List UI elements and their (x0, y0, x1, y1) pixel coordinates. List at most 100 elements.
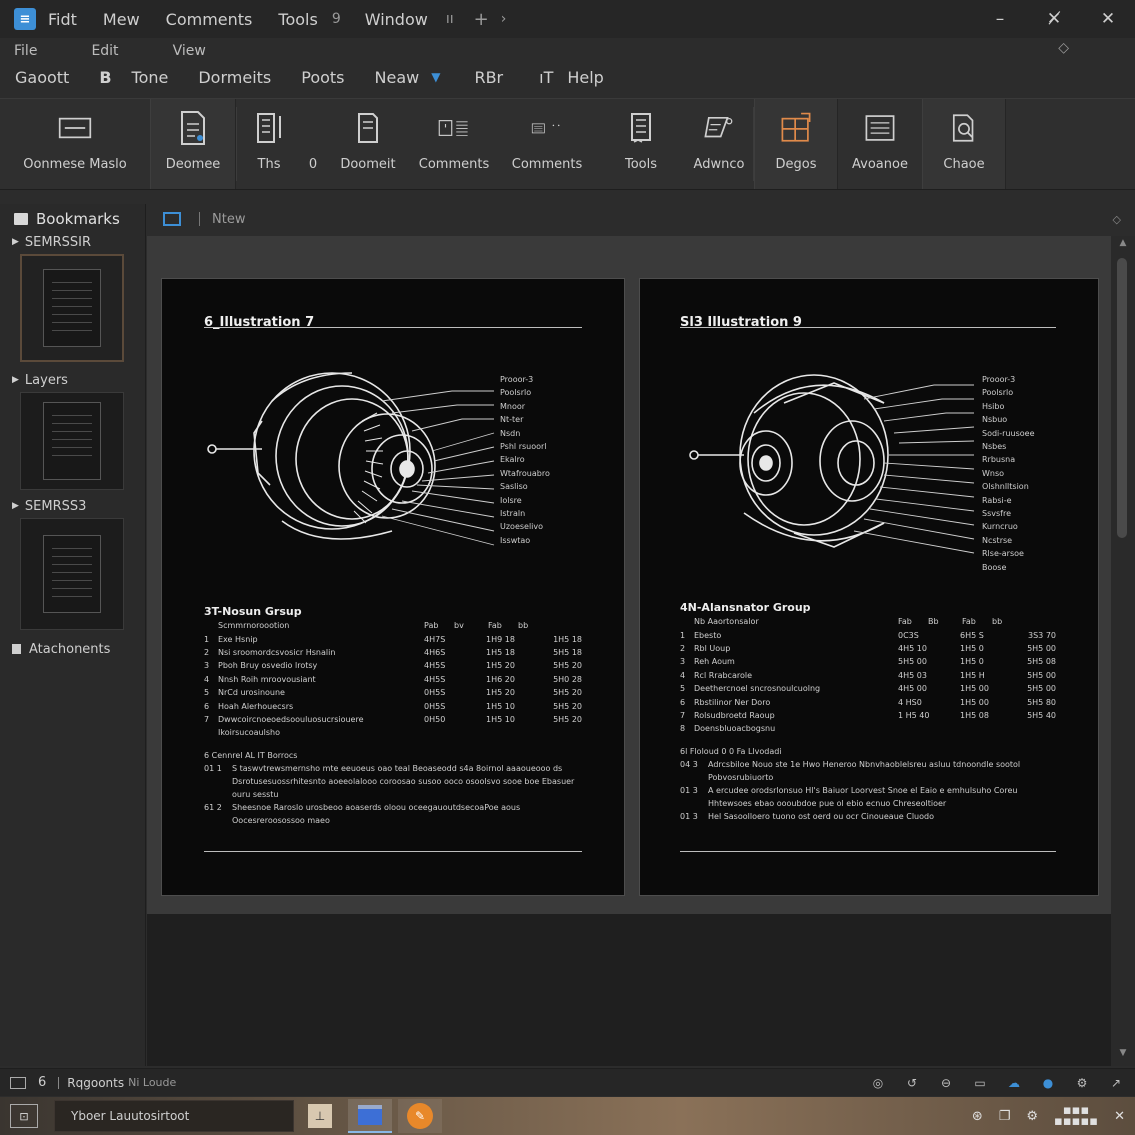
ut-glyph-icon[interactable]: ıT (539, 68, 553, 87)
tab-help[interactable]: Help (567, 68, 603, 87)
title-menu-fidt[interactable]: Fidt (48, 10, 77, 29)
share-icon[interactable]: ↗ (1105, 1073, 1127, 1093)
sidebar-group-layers[interactable]: ▶ Layers (0, 372, 145, 388)
menu-view[interactable]: View (173, 43, 206, 59)
title-menu-tools[interactable]: Tools (278, 10, 317, 29)
column-header: Bb (928, 617, 939, 627)
expand-icon: ▶ (12, 375, 19, 385)
taskbar-app-window-icon[interactable] (348, 1099, 392, 1133)
zoom-out-icon[interactable]: ⊖ (935, 1073, 957, 1093)
tab-tone[interactable]: Tone (132, 68, 169, 87)
tab-dormeits[interactable]: Dormeits (198, 68, 271, 87)
ribbon-button-oonmese-maslo[interactable]: Oonmese Maslo (0, 99, 150, 189)
ribbon-button-zero[interactable]: 0 (301, 99, 325, 189)
callout: Sodi-ruusoee (982, 428, 1035, 438)
close-button[interactable]: ✕ (1081, 0, 1135, 38)
ribbon-button-comments-a[interactable]: Comments (411, 99, 497, 189)
bookmarks-header[interactable]: Bookmarks (0, 204, 145, 234)
title-menu-mew[interactable]: Mew (103, 10, 140, 29)
b-glyph-icon[interactable]: B (99, 68, 111, 87)
document-tab-icon[interactable] (163, 212, 181, 226)
callout: Nsbes (982, 442, 1007, 452)
document-viewport[interactable]: 6_Illustration 7 Prooor-3 Poolsrlo Mnoor… (147, 236, 1111, 1066)
callout: Wtafrouabro (500, 468, 550, 478)
maximize-button[interactable]: ✕̸ (1027, 0, 1081, 38)
page-thumbnail-1[interactable] (20, 254, 124, 362)
row-description: Rbl Uoup (694, 643, 731, 653)
fit-page-icon[interactable]: ◎ (867, 1073, 889, 1093)
ribbon-button-degos[interactable]: Degos (754, 99, 838, 189)
add-tab-icon[interactable]: + (474, 9, 489, 30)
note-key: 61 2 (204, 803, 222, 812)
callout: Nsbuo (982, 415, 1008, 425)
callout: Kurncruo (982, 522, 1018, 532)
cloud-icon[interactable]: ☁ (1003, 1073, 1025, 1093)
ribbon-tabs: Gaoott B Tone Dormeits Poots Neaw ▼ RBr … (0, 64, 1135, 90)
start-icon[interactable]: ⊡ (10, 1104, 38, 1128)
row-value: 4H5S (424, 674, 446, 684)
ribbon-label: Comments (418, 157, 490, 172)
row-number: 5 (204, 688, 210, 698)
expand-icon[interactable]: ◇ (1113, 213, 1121, 226)
title-rule (204, 327, 582, 328)
taskbar-app-pdf-icon[interactable]: ⊥ (298, 1099, 342, 1133)
ribbon-button-tools[interactable]: Tools (597, 99, 685, 189)
row-description: Exe Hsnip (218, 634, 258, 644)
minimize-button[interactable]: – (973, 0, 1027, 38)
sidebar-group-1[interactable]: ▶ SEMRSSIR (0, 234, 145, 250)
sync-icon[interactable]: ● (1037, 1073, 1059, 1093)
tab-gaoott[interactable]: Gaoott (15, 68, 69, 87)
page-thumbnail-2[interactable] (20, 392, 124, 490)
ribbon-button-comments-b[interactable]: Comments (497, 99, 597, 189)
pin-icon[interactable]: ıı (446, 11, 454, 27)
tab-rbr[interactable]: RBr (474, 68, 503, 87)
pin-ribbon-icon[interactable]: ◇ (1058, 40, 1069, 56)
tray-settings-icon[interactable]: ⚙ (1026, 1109, 1038, 1124)
tools-icon (624, 111, 658, 145)
document-page-right: Sl3 Illustration 9 Prooor-3 Poolsrlo Hsi… (639, 278, 1099, 896)
sidebar-group-3[interactable]: ▶ SEMRSS3 (0, 498, 145, 514)
tray-files-icon[interactable]: ❐ (999, 1109, 1011, 1124)
rotate-icon[interactable]: ↺ (901, 1073, 923, 1093)
menu-edit[interactable]: Edit (91, 43, 118, 59)
menu-file[interactable]: File (14, 43, 37, 59)
scrollbar-thumb[interactable] (1117, 258, 1127, 538)
scroll-down-icon[interactable]: ▼ (1115, 1048, 1131, 1062)
taskbar-search-field[interactable]: Yboer Lauutosirtoot (54, 1100, 294, 1132)
attachments-item[interactable]: Atachonents (0, 638, 145, 660)
tray-clock[interactable]: ▪▪▪ ▪▪▪▪▪ (1054, 1104, 1098, 1128)
row-number: 8 (680, 724, 686, 734)
callout: Rrbusna (982, 455, 1016, 465)
ribbon-button-doomeit[interactable]: Doomeit (325, 99, 411, 189)
status-sub: Ni Loude (128, 1076, 177, 1089)
list-icon (863, 111, 897, 145)
scroll-up-icon[interactable]: ▲ (1115, 238, 1131, 252)
ribbon-button-deomee[interactable]: Deomee (150, 99, 236, 189)
ribbon-button-adwnco[interactable]: Adwnco (685, 99, 753, 189)
notes-title: 6 Cennrel AL IT Borrocs (204, 751, 298, 760)
title-menu-comments[interactable]: Comments (166, 10, 253, 29)
ribbon-button-avoanoe[interactable]: Avoanoe (838, 99, 922, 189)
window-controls: – ✕̸ ✕ (973, 0, 1135, 38)
taskbar-app-orange-icon[interactable]: ✎ (398, 1099, 442, 1133)
more-icon[interactable]: › (501, 11, 507, 27)
tab-neaw[interactable]: Neaw (375, 68, 420, 87)
row-description: Ikoirsucoaulsho (218, 728, 280, 738)
tab-dropdown-icon[interactable]: ▼ (431, 70, 440, 84)
ribbon-button-chaoe[interactable]: Chaoe (922, 99, 1006, 189)
page-thumbnail-3[interactable] (20, 518, 124, 630)
ribbon-button-ths[interactable]: Ths (237, 99, 301, 189)
tray-network-icon[interactable]: ⊛ (972, 1109, 983, 1124)
note-text: Sheesnoe Raroslo urosbeoo aoaserds oloou… (232, 803, 521, 825)
document-tab-name[interactable]: Ntew (212, 212, 245, 227)
table-row: 7 Dwwcoircnoeoedsoouluosucrsiouere 0H50 1H5… (204, 713, 582, 726)
settings-icon[interactable]: ⚙ (1071, 1073, 1093, 1093)
vertical-scrollbar[interactable]: ▲ ▼ (1111, 236, 1135, 1066)
tray-close-icon[interactable]: ✕ (1114, 1109, 1125, 1124)
page-layout-icon[interactable] (10, 1076, 26, 1089)
expand-icon: ▶ (12, 501, 19, 511)
row-number: 2 (680, 643, 686, 653)
tab-poots[interactable]: Poots (301, 68, 344, 87)
title-menu-window[interactable]: Window (365, 10, 428, 29)
single-page-icon[interactable]: ▭ (969, 1073, 991, 1093)
